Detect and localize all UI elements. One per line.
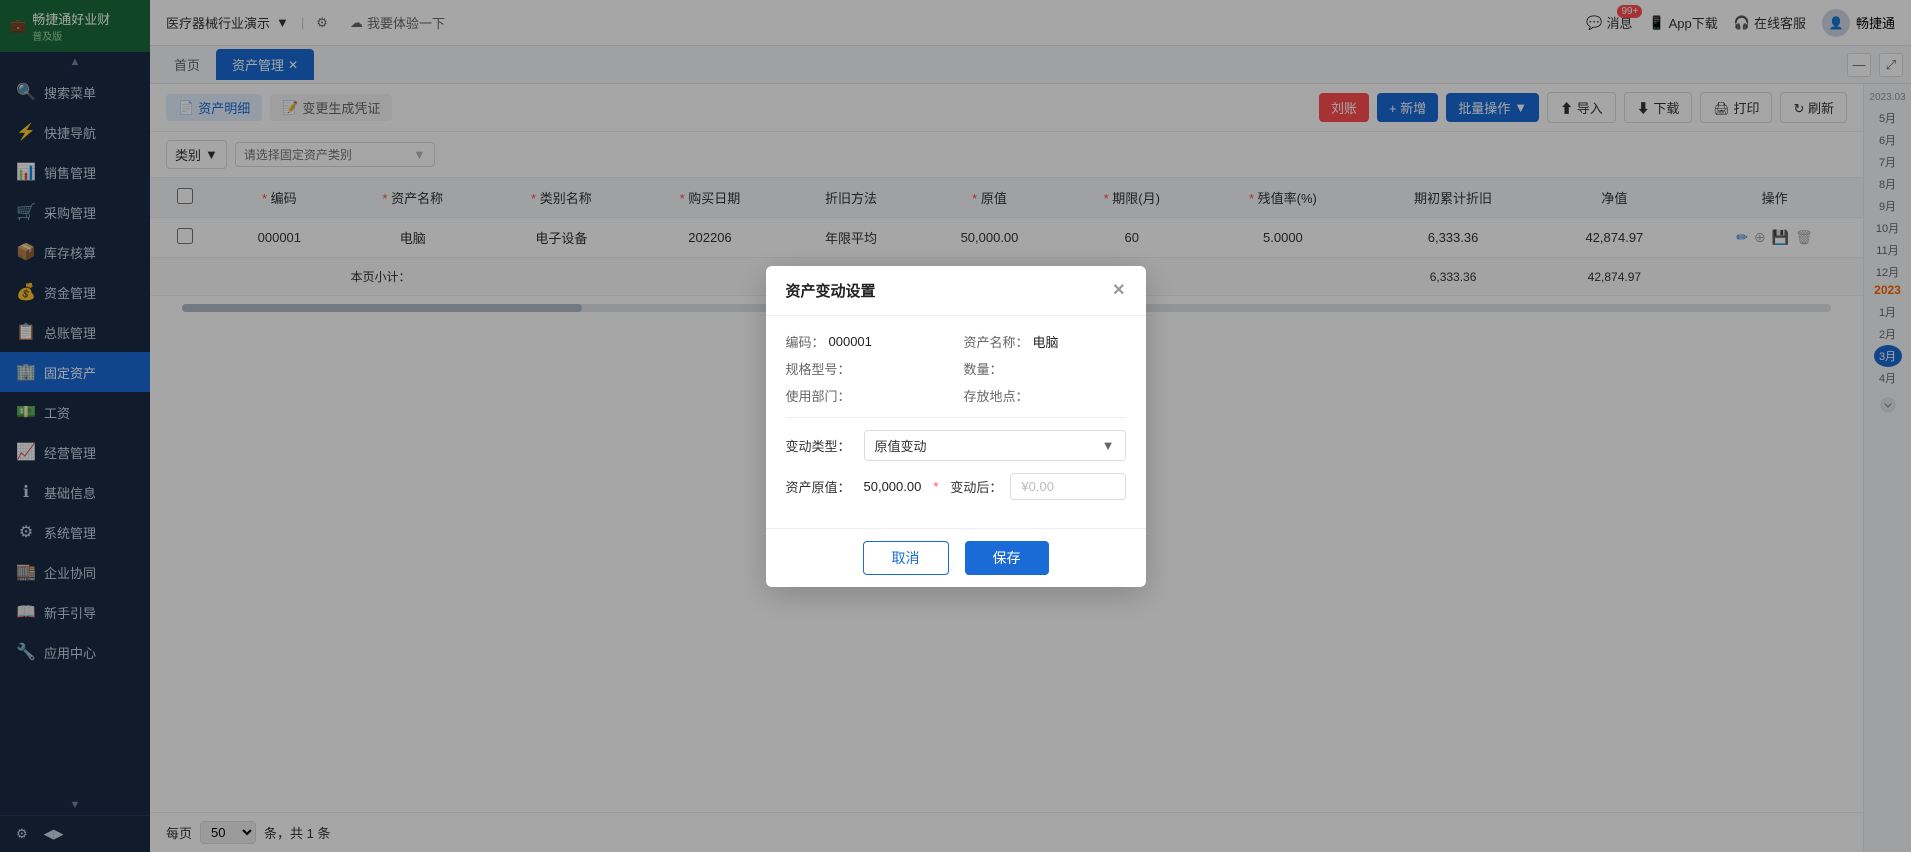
modal-name-item: 资产名称： 电脑 — [964, 332, 1126, 351]
modal-info-grid: 编码： 000001 资产名称： 电脑 规格型号： 数量： 使用部门： — [786, 332, 1126, 405]
modal-title: 资产变动设置 — [786, 280, 876, 301]
save-btn[interactable]: 保存 — [965, 541, 1049, 575]
modal-qty-item: 数量： — [964, 359, 1126, 378]
modal-location-item: 存放地点： — [964, 386, 1126, 405]
modal-original-label: 资产原值： — [786, 477, 856, 496]
asset-change-modal: 资产变动设置 ✕ 编码： 000001 资产名称： 电脑 规格型号： 数量： — [766, 266, 1146, 587]
modal-code-value: 000001 — [829, 334, 872, 349]
required-star: * — [933, 479, 938, 494]
modal-location-label: 存放地点： — [964, 386, 1029, 405]
modal-spec-item: 规格型号： — [786, 359, 948, 378]
modal-spec-label: 规格型号： — [786, 359, 851, 378]
modal-qty-label: 数量： — [964, 359, 1003, 378]
modal-body: 编码： 000001 资产名称： 电脑 规格型号： 数量： 使用部门： — [766, 316, 1146, 528]
modal-code-label: 编码： — [786, 332, 825, 351]
modal-close-btn[interactable]: ✕ — [1112, 280, 1125, 300]
modal-name-value: 电脑 — [1033, 332, 1059, 351]
modal-dept-label: 使用部门： — [786, 386, 851, 405]
modal-code-item: 编码： 000001 — [786, 332, 948, 351]
modal-change-type-label: 变动类型： — [786, 436, 856, 455]
modal-header: 资产变动设置 ✕ — [766, 266, 1146, 316]
modal-original-value: 50,000.00 — [864, 479, 922, 494]
modal-name-label: 资产名称： — [964, 332, 1029, 351]
modal-overlay: 资产变动设置 ✕ 编码： 000001 资产名称： 电脑 规格型号： 数量： — [0, 0, 1911, 852]
modal-change-type-select[interactable]: 原值变动 ▼ — [864, 430, 1126, 461]
modal-change-type-value: 原值变动 — [875, 436, 1102, 455]
modal-original-row: 资产原值： 50,000.00 * 变动后： — [786, 473, 1126, 500]
modal-dept-item: 使用部门： — [786, 386, 948, 405]
modal-footer: 取消 保存 — [766, 528, 1146, 587]
modal-divider1 — [786, 417, 1126, 418]
modal-change-type-row: 变动类型： 原值变动 ▼ — [786, 430, 1126, 461]
modal-after-label: 变动后： — [950, 477, 1002, 496]
cancel-btn[interactable]: 取消 — [863, 541, 949, 575]
modal-after-input[interactable] — [1010, 473, 1125, 500]
change-type-dropdown-icon: ▼ — [1102, 438, 1115, 453]
